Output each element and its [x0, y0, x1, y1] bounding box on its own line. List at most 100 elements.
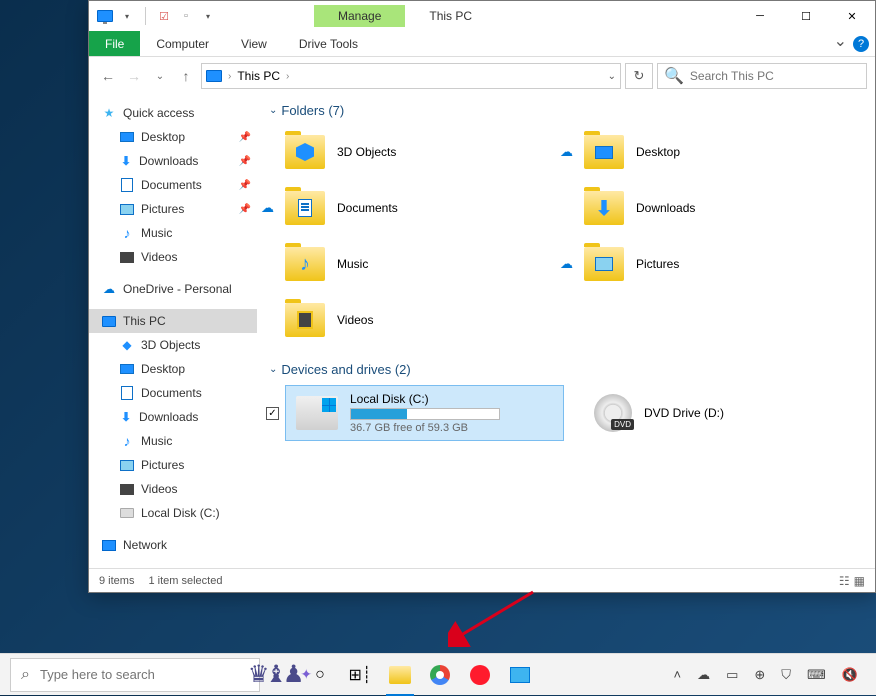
dvd-icon	[594, 394, 632, 432]
document-icon	[119, 385, 135, 401]
refresh-button[interactable]: ↻	[625, 63, 653, 89]
drive-name: Local Disk (C:)	[350, 392, 500, 406]
sync-icon: ☁	[261, 200, 274, 216]
nav-pc-documents[interactable]: Documents	[89, 381, 257, 405]
network-icon	[101, 537, 117, 553]
nav-desktop[interactable]: Desktop📌	[89, 125, 257, 149]
maximize-button[interactable]: ☐	[783, 1, 829, 31]
nav-documents[interactable]: Documents📌	[89, 173, 257, 197]
chevron-down-icon: ⌄	[269, 105, 277, 116]
drive-local-disk-c[interactable]: ✓ Local Disk (C:) 36.7 GB free of 59.3 G…	[285, 385, 564, 441]
up-button[interactable]: ↑	[175, 65, 197, 87]
tab-drive-tools[interactable]: Drive Tools	[283, 31, 374, 56]
desktop-icon	[119, 361, 135, 377]
folder-desktop[interactable]: ☁Desktop	[584, 126, 863, 178]
picture-icon	[119, 457, 135, 473]
taskbar-task-view[interactable]: ⊞┊	[340, 654, 380, 696]
status-selection-count: 1 item selected	[148, 575, 222, 587]
taskbar-search-input[interactable]	[40, 667, 249, 682]
nav-pc-desktop[interactable]: Desktop	[89, 357, 257, 381]
download-icon: ⬇	[596, 196, 613, 221]
desktop-icon	[119, 129, 135, 145]
nav-network[interactable]: Network	[89, 533, 257, 557]
address-dropdown-icon[interactable]: ⌄	[608, 71, 616, 82]
new-folder-icon[interactable]: ▫	[178, 8, 194, 24]
nav-3d-objects[interactable]: ◆3D Objects	[89, 333, 257, 357]
folder-pictures[interactable]: ☁Pictures	[584, 238, 863, 290]
nav-onedrive[interactable]: ☁OneDrive - Personal	[89, 277, 257, 301]
minimize-button[interactable]: ─	[737, 1, 783, 31]
tray-overflow-icon[interactable]: ˄	[669, 667, 685, 682]
help-icon[interactable]: ?	[853, 36, 869, 52]
nav-pc-videos[interactable]: Videos	[89, 477, 257, 501]
taskbar-search[interactable]: ⌕	[10, 658, 260, 692]
drive-free-text: 36.7 GB free of 59.3 GB	[350, 422, 500, 434]
document-icon	[298, 199, 312, 217]
nav-this-pc[interactable]: This PC	[89, 309, 257, 333]
document-icon	[119, 177, 135, 193]
download-icon: ⬇	[119, 154, 133, 168]
address-pc-icon	[206, 70, 222, 82]
nav-pc-pictures[interactable]: Pictures	[89, 453, 257, 477]
tiles-view-icon[interactable]: ▦	[854, 574, 865, 588]
forward-button[interactable]: →	[123, 65, 145, 87]
navigation-row: ← → ⌄ ↑ › This PC › ⌄ ↻ 🔍	[89, 57, 875, 95]
video-icon	[297, 311, 313, 329]
tray-language-icon[interactable]: ⌨	[803, 667, 830, 683]
folder-downloads[interactable]: ⬇Downloads	[584, 182, 863, 234]
tray-volume-icon[interactable]: 🔇	[838, 667, 862, 683]
drive-dvd[interactable]: DVD Drive (D:)	[584, 385, 863, 441]
manage-context-tab[interactable]: Manage	[314, 5, 405, 27]
nav-quick-access[interactable]: ★Quick access	[89, 101, 257, 125]
tray-news-icon[interactable]: ▭	[722, 667, 742, 683]
breadcrumb[interactable]: This PC	[237, 69, 280, 83]
tab-computer[interactable]: Computer	[140, 31, 225, 56]
tray-onedrive-icon[interactable]: ☁	[693, 667, 714, 683]
tab-view[interactable]: View	[225, 31, 283, 56]
drives-group-header[interactable]: ⌄Devices and drives (2)	[269, 362, 863, 377]
back-button[interactable]: ←	[97, 65, 119, 87]
search-input[interactable]	[690, 69, 860, 83]
qat-dropdown-icon[interactable]: ▾	[119, 8, 135, 24]
folder-music[interactable]: ♪Music	[285, 238, 564, 290]
nav-local-disk[interactable]: Local Disk (C:)	[89, 501, 257, 525]
nav-music[interactable]: ♪Music	[89, 221, 257, 245]
nav-videos[interactable]: Videos	[89, 245, 257, 269]
details-view-icon[interactable]: ☷	[839, 574, 850, 588]
taskbar-chrome[interactable]	[420, 654, 460, 696]
ribbon-tabs: File Computer View Drive Tools ⌄ ?	[89, 31, 875, 57]
nav-pc-music[interactable]: ♪Music	[89, 429, 257, 453]
tab-file[interactable]: File	[89, 31, 140, 56]
drive-checkbox[interactable]: ✓	[266, 407, 279, 420]
folder-videos[interactable]: Videos	[285, 294, 564, 346]
titlebar: ▾ ☑ ▫ ▾ Manage This PC ─ ☐ ✕	[89, 1, 875, 31]
navigation-pane: ★Quick access Desktop📌 ⬇Downloads📌 Docum…	[89, 95, 257, 568]
properties-icon[interactable]: ☑	[156, 8, 172, 24]
qat-more-icon[interactable]: ▾	[200, 8, 216, 24]
taskbar-chess-widget[interactable]: ♛♝♟✦	[260, 654, 300, 696]
folders-group-header[interactable]: ⌄Folders (7)	[269, 103, 863, 118]
pin-icon: 📌	[239, 156, 251, 167]
content-pane: ⌄Folders (7) 3D Objects ☁Desktop ☁Docume…	[257, 95, 875, 568]
folder-documents[interactable]: ☁Documents	[285, 182, 564, 234]
picture-icon	[595, 257, 613, 271]
taskbar-cortana[interactable]: ○	[300, 654, 340, 696]
nav-pc-downloads[interactable]: ⬇Downloads	[89, 405, 257, 429]
music-icon: ♪	[119, 225, 135, 241]
nav-downloads[interactable]: ⬇Downloads📌	[89, 149, 257, 173]
taskbar-opera[interactable]	[460, 654, 500, 696]
recent-dropdown-icon[interactable]: ⌄	[149, 65, 171, 87]
taskbar-tray: ˄ ☁ ▭ ⊕ ⛉ ⌨ 🔇	[669, 667, 870, 683]
tray-network-icon[interactable]: ⊕	[750, 667, 769, 683]
taskbar-app[interactable]	[500, 654, 540, 696]
close-button[interactable]: ✕	[829, 1, 875, 31]
nav-pictures[interactable]: Pictures📌	[89, 197, 257, 221]
taskbar-file-explorer[interactable]	[380, 654, 420, 696]
address-bar[interactable]: › This PC › ⌄	[201, 63, 621, 89]
video-icon	[119, 481, 135, 497]
folder-3d-objects[interactable]: 3D Objects	[285, 126, 564, 178]
search-box[interactable]: 🔍	[657, 63, 867, 89]
ribbon-collapse-icon[interactable]: ⌄	[834, 31, 847, 56]
sync-icon: ☁	[560, 256, 573, 272]
tray-security-icon[interactable]: ⛉	[777, 667, 795, 683]
